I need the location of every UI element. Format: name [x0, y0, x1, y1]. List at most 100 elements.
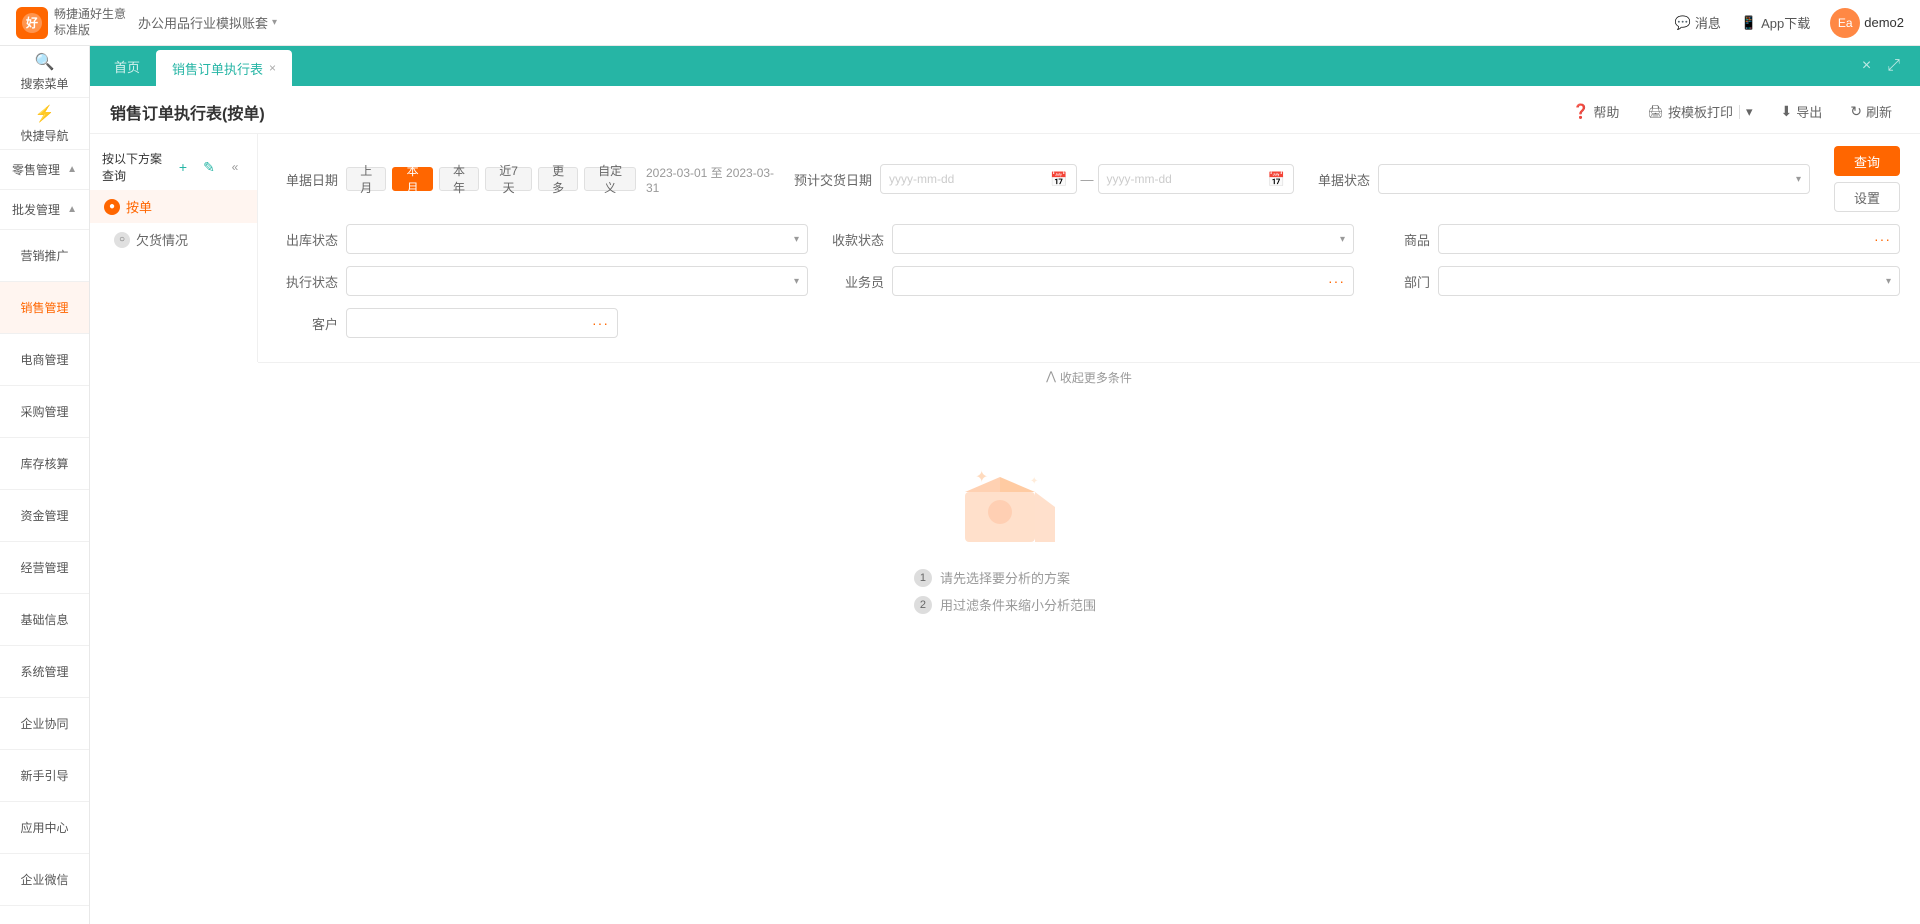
tab-close-icon[interactable]: ×	[269, 61, 276, 75]
collapse-icon: ⋀	[1046, 369, 1056, 386]
sidebar-item-purchase[interactable]: 采购管理	[0, 386, 89, 438]
sidebar-item-corpwechat[interactable]: 企业微信	[0, 854, 89, 906]
tab-sales-order[interactable]: 销售订单执行表 ×	[156, 50, 292, 86]
sidebar-item-appcenter[interactable]: 应用中心	[0, 802, 89, 854]
logo-text: 畅捷通好生意 标准版	[54, 7, 126, 38]
exec-dropdown-icon: ▾	[794, 276, 799, 287]
svg-text:好: 好	[25, 15, 38, 30]
scheme-add-button[interactable]: +	[173, 157, 193, 177]
sidebar-item-label: 库存核算	[20, 455, 68, 472]
quicknav-icon: ⚡	[35, 104, 55, 124]
sidebar-item-corp[interactable]: 企业协同	[0, 698, 89, 750]
scheme-panel-header: 按以下方案查询 + ✎ «	[90, 144, 257, 190]
delivery-dropdown-icon: ▾	[794, 234, 799, 245]
scheme-item-byorder[interactable]: ● 按单	[90, 190, 257, 223]
window-expand-button[interactable]: ⤢	[1883, 53, 1904, 79]
empty-box-svg: ✦ ✦	[945, 452, 1065, 552]
payment-select[interactable]: ▾	[892, 224, 1354, 254]
scheme-sub-dot: ○	[114, 232, 130, 248]
message-icon: 💬	[1675, 15, 1691, 31]
message-button[interactable]: 💬 消息	[1675, 13, 1721, 32]
date-btn-thismonth[interactable]: 本月	[392, 167, 432, 191]
sidebar-item-label: 基础信息	[20, 611, 68, 628]
page-title: 销售订单执行表(按单)	[110, 100, 265, 124]
delivery-select[interactable]: ▾	[346, 224, 808, 254]
sidebar-item-label: 批发管理	[12, 201, 60, 218]
print-dropdown-icon[interactable]: ▾	[1746, 104, 1753, 120]
sidebar-item-system[interactable]: 系统管理	[0, 646, 89, 698]
sidebar-item-quicknav[interactable]: ⚡ 快捷导航	[0, 98, 89, 150]
customer-select[interactable]: ···	[346, 308, 618, 338]
sidebar-item-ecommerce[interactable]: 电商管理	[0, 334, 89, 386]
sidebar-item-finance[interactable]: 资金管理	[0, 490, 89, 542]
filter-form: 单据日期 上月 本月 本年 近7天 更多 自定义 2023-03-01 至 20…	[258, 134, 1920, 362]
date-btn-thisyear[interactable]: 本年	[439, 167, 479, 191]
content-area: 首页 销售订单执行表 × × ⤢ 销售订单执行表(按单) ❓ 帮助	[90, 46, 1920, 924]
dept-dropdown-icon: ▾	[1886, 276, 1891, 287]
scheme-collapse-button[interactable]: «	[225, 157, 245, 177]
exec-select[interactable]: ▾	[346, 266, 808, 296]
setting-button[interactable]: 设置	[1834, 182, 1900, 212]
filter-row-2: 出库状态 ▾ 收款状态 ▾	[278, 224, 1900, 254]
date-btn-more[interactable]: 更多	[538, 167, 578, 191]
tab-bar-right: × ⤢	[1858, 53, 1912, 79]
page-title-bar: 销售订单执行表(按单) ❓ 帮助 🖨 按模板打印 ▾ ⬇ 导出	[90, 86, 1920, 134]
empty-state: ✦ ✦ 1 请先选择要分析的方案 2 用过滤条件来缩小分析范围	[90, 392, 1920, 674]
salesman-label: 业务员	[824, 272, 884, 291]
query-button[interactable]: 查询	[1834, 146, 1900, 176]
filter-row-3: 执行状态 ▾ 业务员 ···	[278, 266, 1900, 296]
tip-num-1: 1	[914, 569, 932, 587]
date-btn-custom[interactable]: 自定义	[584, 167, 636, 191]
sidebar-item-label: 新手引导	[20, 767, 68, 784]
sidebar-item-label: 零售管理	[12, 161, 60, 178]
scheme-edit-button[interactable]: ✎	[199, 157, 219, 177]
expected-date-field: 预计交货日期 yyyy-mm-dd 📅 — yyyy-mm-dd 📅	[794, 164, 1294, 194]
sidebar-item-label: 快捷导航	[20, 127, 68, 144]
salesman-select[interactable]: ···	[892, 266, 1354, 296]
export-icon: ⬇	[1781, 103, 1793, 120]
sidebar-item-label: 企业微信	[20, 871, 68, 888]
help-button[interactable]: ❓ 帮助	[1564, 98, 1627, 125]
status-label: 单据状态	[1310, 170, 1370, 189]
sidebar-item-member[interactable]: 畅会员	[0, 906, 89, 924]
breadcrumb-dropdown-icon[interactable]: ▾	[272, 17, 277, 28]
logo-area: 好 畅捷通好生意 标准版	[16, 7, 126, 39]
scheme-icons: + ✎ «	[173, 157, 245, 177]
sidebar-item-search[interactable]: 🔍 搜索菜单	[0, 46, 89, 98]
collapse-more-button[interactable]: ⋀ 收起更多条件	[258, 362, 1920, 392]
date-btn-lastmonth[interactable]: 上月	[346, 167, 386, 191]
scheme-item-backorder[interactable]: ○ 欠货情况	[90, 223, 257, 256]
window-close-button[interactable]: ×	[1858, 53, 1875, 79]
date-btn-7days[interactable]: 近7天	[485, 167, 532, 191]
date-separator: —	[1081, 172, 1094, 187]
sidebar-item-wholesale[interactable]: 批发管理 ▲	[0, 190, 89, 230]
avatar: Ea	[1830, 8, 1860, 38]
status-dropdown-icon: ▾	[1796, 174, 1801, 185]
sidebar-item-basic[interactable]: 基础信息	[0, 594, 89, 646]
expected-date-start-input[interactable]: yyyy-mm-dd 📅	[880, 164, 1077, 194]
expected-date-end-input[interactable]: yyyy-mm-dd 📅	[1098, 164, 1295, 194]
sidebar-item-operation[interactable]: 经营管理	[0, 542, 89, 594]
app-download-button[interactable]: 📱 App下载	[1741, 13, 1810, 32]
export-button[interactable]: ⬇ 导出	[1773, 98, 1831, 125]
sidebar-item-label: 企业协同	[20, 715, 68, 732]
expected-date-input-wrap: yyyy-mm-dd 📅 — yyyy-mm-dd 📅	[880, 164, 1294, 194]
header-right: 💬 消息 📱 App下载 Ea demo2	[1675, 8, 1904, 38]
refresh-button[interactable]: ↻ 刷新	[1842, 98, 1900, 125]
sidebar-item-inventory[interactable]: 库存核算	[0, 438, 89, 490]
sidebar-item-marketing[interactable]: 营销推广	[0, 230, 89, 282]
tab-home[interactable]: 首页	[98, 46, 156, 86]
sidebar-item-newguide[interactable]: 新手引导	[0, 750, 89, 802]
goods-select[interactable]: ···	[1438, 224, 1900, 254]
print-button[interactable]: 🖨 按模板打印 ▾	[1639, 98, 1760, 125]
status-select[interactable]: ▾	[1378, 164, 1810, 194]
sidebar-item-sales[interactable]: 销售管理	[0, 282, 89, 334]
sidebar-item-label: 搜索菜单	[20, 75, 68, 92]
calendar-icon-start: 📅	[1050, 171, 1067, 188]
user-area[interactable]: Ea demo2	[1830, 8, 1904, 38]
top-header: 好 畅捷通好生意 标准版 办公用品行业模拟账套 ▾ 💬 消息 📱 App下载 E…	[0, 0, 1920, 46]
sidebar-item-retail[interactable]: 零售管理 ▲	[0, 150, 89, 190]
payment-dropdown-icon: ▾	[1340, 234, 1345, 245]
dept-select[interactable]: ▾	[1438, 266, 1900, 296]
filter-row-4: 客户 ···	[278, 308, 1900, 338]
